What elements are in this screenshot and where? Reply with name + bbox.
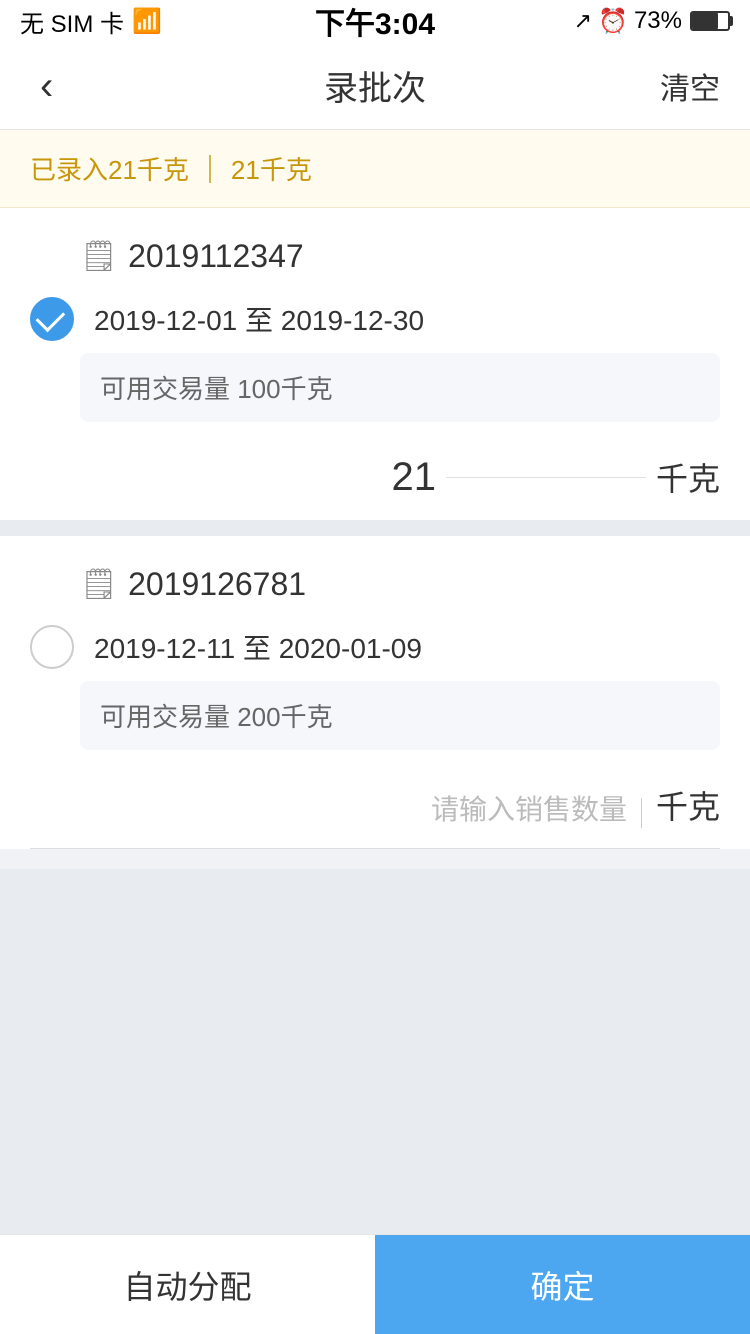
info-value: 21千克 [231,150,312,187]
wifi-icon: 📶 [132,7,162,36]
bottom-area [0,869,750,1249]
status-left: 无 SIM 卡 📶 [20,4,162,39]
nav-bar: ‹ 录批次 清空 [0,42,750,130]
batch-header-2: 🗒 2019126781 [0,536,750,613]
carrier-text: 无 SIM 卡 [20,4,124,39]
radio-2[interactable] [30,625,74,669]
qty-row-2: 请输入销售数量 千克 [0,766,750,848]
clear-button[interactable]: 清空 [660,64,720,108]
batch-row-1[interactable]: 2019-12-01 至 2019-12-30 [0,285,750,353]
available-qty-2: 可用交易量 200千克 [80,681,720,750]
info-banner: 已录入21千克 21千克 [0,130,750,208]
alarm-icon: ⏰ [598,7,628,36]
auto-distribute-button[interactable]: 自动分配 [0,1235,375,1334]
qty-row-1: 21 千克 [0,438,750,520]
back-button[interactable]: ‹ [30,56,63,116]
batch-card-2: 🗒 2019126781 2019-12-11 至 2020-01-09 可用交… [0,536,750,849]
status-time: 下午3:04 [315,0,435,43]
location-icon: ↗ [574,8,592,34]
page-title: 录批次 [324,61,426,110]
battery-percent: 73% [634,7,682,35]
bottom-buttons: 自动分配 确定 [0,1234,750,1334]
info-divider [209,155,211,183]
batch-id-1: 2019112347 [128,238,304,275]
info-label: 已录入21千克 [30,150,189,187]
qty-unit-1: 千克 [656,454,720,500]
available-qty-1: 可用交易量 100千克 [80,353,720,422]
doc-icon-1: 🗒 [80,239,118,274]
input-underline-2 [30,848,720,849]
qty-placeholder-2: 请输入销售数量 [30,788,627,828]
batch-date-1: 2019-12-01 至 2019-12-30 [94,299,424,339]
radio-1[interactable] [30,297,74,341]
batch-card-1: 🗒 2019112347 2019-12-01 至 2019-12-30 可用交… [0,208,750,520]
status-right: ↗ ⏰ 73% [574,7,730,36]
section-separator-1 [0,520,750,536]
batch-header-1: 🗒 2019112347 [0,208,750,285]
confirm-button[interactable]: 确定 [375,1235,750,1334]
batch-row-2[interactable]: 2019-12-11 至 2020-01-09 [0,613,750,681]
battery-icon [690,11,730,31]
qty-unit-2: 千克 [656,782,720,828]
batch-id-2: 2019126781 [128,566,306,603]
batch-date-2: 2019-12-11 至 2020-01-09 [94,627,422,667]
status-bar: 无 SIM 卡 📶 下午3:04 ↗ ⏰ 73% [0,0,750,42]
doc-icon-2: 🗒 [80,567,118,602]
qty-value-1: 21 [391,455,436,500]
